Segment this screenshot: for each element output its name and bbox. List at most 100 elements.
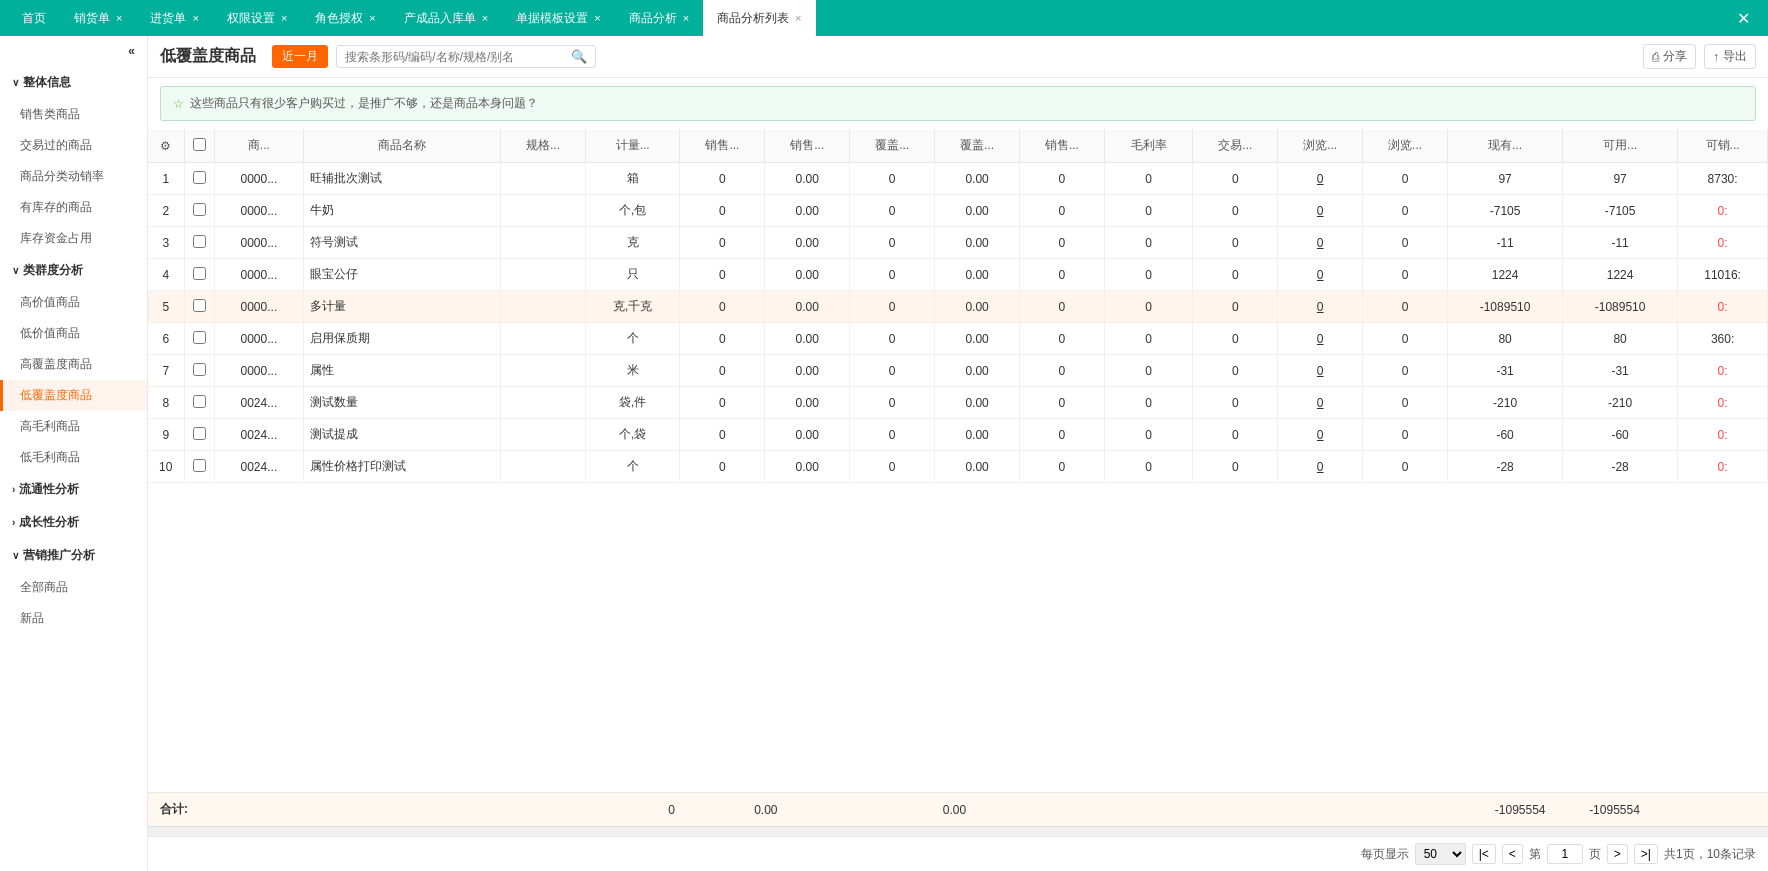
- search-icon[interactable]: 🔍: [571, 49, 587, 64]
- row-checkbox[interactable]: [193, 171, 206, 184]
- table-cell: [501, 451, 586, 483]
- table-cell: 80: [1563, 323, 1678, 355]
- product-table: ⚙ 商... 商品名称 规格... 计量... 销售... 销售... 覆盖..…: [148, 129, 1768, 483]
- row-checkbox[interactable]: [193, 395, 206, 408]
- nav-home[interactable]: 首页: [8, 0, 60, 36]
- sidebar-section-liquidity[interactable]: › 流通性分析: [0, 473, 147, 506]
- sidebar-section-growth[interactable]: › 成长性分析: [0, 506, 147, 539]
- sidebar-item-low-value[interactable]: 低价值商品: [0, 318, 147, 349]
- page-first-button[interactable]: |<: [1472, 844, 1496, 864]
- table-cell: 0: [1278, 387, 1363, 419]
- row-checkbox[interactable]: [193, 427, 206, 440]
- table-cell: -1089510: [1448, 291, 1563, 323]
- sidebar: « ∨ 整体信息 销售类商品 交易过的商品 商品分类动销率 有库存的商品 库存资…: [0, 36, 148, 871]
- close-icon[interactable]: ×: [192, 12, 198, 24]
- page-prev-button[interactable]: <: [1502, 844, 1523, 864]
- row-checkbox[interactable]: [193, 363, 206, 376]
- table-header-settings[interactable]: ⚙: [148, 129, 184, 163]
- page-last-button[interactable]: >|: [1634, 844, 1658, 864]
- row-checkbox[interactable]: [193, 203, 206, 216]
- sidebar-item-sales-goods[interactable]: 销售类商品: [0, 99, 147, 130]
- row-checkbox[interactable]: [193, 331, 206, 344]
- period-button[interactable]: 近一月: [272, 45, 328, 68]
- footer-cell-9: [1002, 803, 1096, 817]
- sidebar-item-high-coverage[interactable]: 高覆盖度商品: [0, 349, 147, 380]
- footer-cell-6: 0.00: [719, 803, 813, 817]
- search-input[interactable]: [345, 50, 571, 64]
- export-button[interactable]: ↑ 导出: [1704, 44, 1756, 69]
- table-cell: -1089510: [1563, 291, 1678, 323]
- table-cell: 4: [148, 259, 184, 291]
- sidebar-item-capital-share[interactable]: 库存资金占用: [0, 223, 147, 254]
- page-number-input[interactable]: [1547, 844, 1583, 864]
- table-cell: 0:: [1678, 451, 1768, 483]
- row-checkbox[interactable]: [193, 235, 206, 248]
- close-icon[interactable]: ×: [795, 12, 801, 24]
- sidebar-item-in-stock[interactable]: 有库存的商品: [0, 192, 147, 223]
- row-checkbox[interactable]: [193, 267, 206, 280]
- table-cell: 0: [1278, 419, 1363, 451]
- share-button[interactable]: ⎙ 分享: [1643, 44, 1696, 69]
- nav-purchase-order[interactable]: 进货单 ×: [136, 0, 212, 36]
- table-cell: 0: [1104, 323, 1192, 355]
- pagination: 每页显示 50 100 200 |< < 第 页 > >| 共1页，10条记录: [148, 836, 1768, 871]
- row-checkbox[interactable]: [193, 299, 206, 312]
- table-cell: 0: [1020, 451, 1105, 483]
- table-cell: 0: [680, 323, 765, 355]
- sidebar-section-cluster[interactable]: ∨ 类群度分析: [0, 254, 147, 287]
- sidebar-item-low-coverage[interactable]: 低覆盖度商品: [0, 380, 147, 411]
- export-icon: ↑: [1713, 50, 1719, 64]
- close-icon[interactable]: ×: [594, 12, 600, 24]
- table-cell: 0: [1363, 323, 1448, 355]
- table-cell: 0.00: [765, 419, 850, 451]
- nav-template-settings[interactable]: 单据模板设置 ×: [502, 0, 614, 36]
- page-title: 低覆盖度商品: [160, 46, 256, 67]
- nav-sales-order[interactable]: 销货单 ×: [60, 0, 136, 36]
- table-cell: 0.00: [935, 323, 1020, 355]
- table-row: 90024...测试提成个,袋00.0000.0000000-60-600:: [148, 419, 1768, 451]
- table-cell: 0: [1363, 259, 1448, 291]
- table-cell: 启用保质期: [304, 323, 501, 355]
- page-size-select[interactable]: 50 100 200: [1415, 843, 1466, 865]
- sidebar-item-high-value[interactable]: 高价值商品: [0, 287, 147, 318]
- nav-product-analysis[interactable]: 商品分析 ×: [615, 0, 703, 36]
- table-row: 40000...眼宝公仔只00.0000.0000000122412241101…: [148, 259, 1768, 291]
- nav-permission-settings[interactable]: 权限设置 ×: [213, 0, 301, 36]
- page-next-button[interactable]: >: [1607, 844, 1628, 864]
- row-checkbox[interactable]: [193, 459, 206, 472]
- table-cell: [501, 387, 586, 419]
- nav-product-analysis-list[interactable]: 商品分析列表 ×: [703, 0, 815, 36]
- close-icon[interactable]: ×: [369, 12, 375, 24]
- table-row: 70000...属性米00.0000.0000000-31-310:: [148, 355, 1768, 387]
- select-all-checkbox[interactable]: [193, 138, 206, 151]
- sidebar-section-overall[interactable]: ∨ 整体信息: [0, 66, 147, 99]
- close-icon[interactable]: ×: [683, 12, 689, 24]
- table-cell: 0.00: [765, 451, 850, 483]
- close-icon[interactable]: ×: [482, 12, 488, 24]
- table-cell: 0:: [1678, 195, 1768, 227]
- sidebar-item-low-profit[interactable]: 低毛利商品: [0, 442, 147, 473]
- sidebar-section-marketing[interactable]: ∨ 营销推广分析: [0, 539, 147, 572]
- close-icon[interactable]: ×: [116, 12, 122, 24]
- top-nav: 首页 销货单 × 进货单 × 权限设置 × 角色授权 × 产成品入库单 × 单据…: [0, 0, 1768, 36]
- table-cell: [184, 387, 214, 419]
- close-icon[interactable]: ×: [281, 12, 287, 24]
- table-cell: 0: [680, 163, 765, 195]
- table-cell: 0: [1104, 163, 1192, 195]
- sidebar-collapse-btn[interactable]: «: [0, 36, 147, 66]
- window-close-button[interactable]: ✕: [1727, 9, 1760, 28]
- nav-role-auth[interactable]: 角色授权 ×: [301, 0, 389, 36]
- table-cell: [501, 355, 586, 387]
- horizontal-scrollbar[interactable]: [148, 826, 1768, 836]
- sidebar-item-category-rate[interactable]: 商品分类动销率: [0, 161, 147, 192]
- nav-product-entry[interactable]: 产成品入库单 ×: [390, 0, 502, 36]
- sidebar-item-all-goods[interactable]: 全部商品: [0, 572, 147, 603]
- table-cell: 0: [1278, 355, 1363, 387]
- table-cell: 0: [680, 259, 765, 291]
- sidebar-item-traded-goods[interactable]: 交易过的商品: [0, 130, 147, 161]
- table-header-check[interactable]: [184, 129, 214, 163]
- table-cell: [184, 323, 214, 355]
- sidebar-item-new-goods[interactable]: 新品: [0, 603, 147, 634]
- info-icon: ☆: [173, 97, 184, 111]
- sidebar-item-high-profit[interactable]: 高毛利商品: [0, 411, 147, 442]
